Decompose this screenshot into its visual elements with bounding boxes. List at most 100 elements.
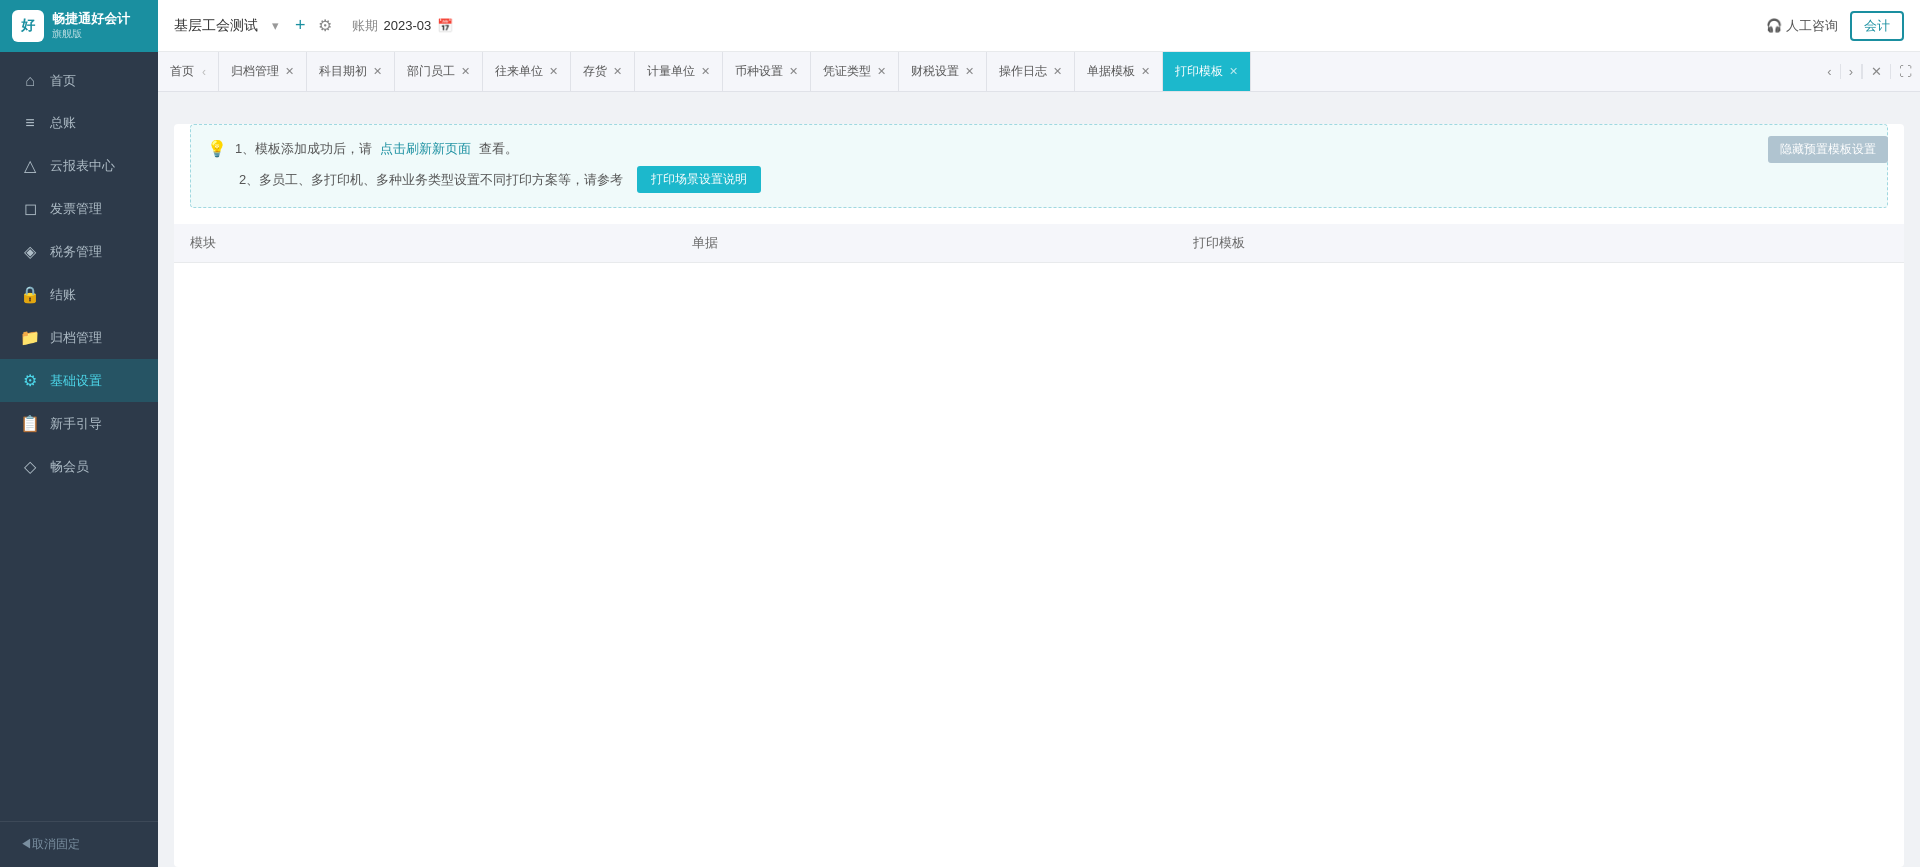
topbar-right: 🎧 人工咨询 会计 [1766, 11, 1904, 41]
tab-units-label: 计量单位 [647, 63, 695, 80]
invoice-icon: ◻ [20, 199, 40, 218]
reports-icon: △ [20, 156, 40, 175]
sidebar-item-home-label: 首页 [50, 72, 76, 90]
sidebar-item-settings-label: 基础设置 [50, 372, 102, 390]
tab-close-all-button[interactable]: ✕ [1862, 64, 1890, 79]
support-button[interactable]: 🎧 人工咨询 [1766, 17, 1838, 35]
tab-units-close-icon[interactable]: ✕ [701, 65, 710, 78]
info-line1-suffix: 查看。 [479, 140, 518, 158]
tab-department-label: 部门员工 [407, 63, 455, 80]
tax-icon: ◈ [20, 242, 40, 261]
tab-oplog-close-icon[interactable]: ✕ [1053, 65, 1062, 78]
sidebar-item-home[interactable]: ⌂ 首页 [0, 60, 158, 102]
tab-currency[interactable]: 币种设置 ✕ [723, 52, 811, 91]
col-template: 打印模板 [1177, 224, 1904, 263]
tab-print-template-label: 打印模板 [1175, 63, 1223, 80]
tabs-nav-controls: ‹ › ✕ ⛶ [1819, 64, 1920, 79]
tab-voucher[interactable]: 凭证类型 ✕ [811, 52, 899, 91]
sidebar-item-archive-label: 归档管理 [50, 329, 102, 347]
period-label: 账期 [352, 17, 378, 35]
hide-template-button[interactable]: 隐藏预置模板设置 [1768, 136, 1888, 163]
info-row-1: 💡 1、模板添加成功后，请 点击刷新新页面 查看。 [207, 139, 1871, 158]
tab-oplog[interactable]: 操作日志 ✕ [987, 52, 1075, 91]
main-area: 基层工会测试 ▾ + ⚙ 账期 2023-03 📅 🎧 人工咨询 会计 首页 ‹… [158, 0, 1920, 867]
sidebar-item-archive[interactable]: 📁 归档管理 [0, 316, 158, 359]
app-logo: 好 畅捷通好会计 旗舰版 [0, 0, 158, 52]
tab-inventory[interactable]: 存货 ✕ [571, 52, 635, 91]
tab-currency-label: 币种设置 [735, 63, 783, 80]
sidebar-item-tax[interactable]: ◈ 税务管理 [0, 230, 158, 273]
support-label: 人工咨询 [1786, 17, 1838, 35]
tab-subjects-close-icon[interactable]: ✕ [373, 65, 382, 78]
tab-voucher-template-close-icon[interactable]: ✕ [1141, 65, 1150, 78]
tab-next-button[interactable]: › [1841, 64, 1862, 79]
period-value: 2023-03 [384, 18, 432, 33]
tab-units[interactable]: 计量单位 ✕ [635, 52, 723, 91]
tab-voucher-close-icon[interactable]: ✕ [877, 65, 886, 78]
sidebar-item-settings[interactable]: ⚙ 基础设置 [0, 359, 158, 402]
topbar: 基层工会测试 ▾ + ⚙ 账期 2023-03 📅 🎧 人工咨询 会计 [158, 0, 1920, 52]
sidebar-item-reports-label: 云报表中心 [50, 157, 115, 175]
account-button[interactable]: 会计 [1850, 11, 1904, 41]
logo-icon: 好 [12, 10, 44, 42]
sidebar-nav: ⌂ 首页 ≡ 总账 △ 云报表中心 ◻ 发票管理 ◈ 税务管理 🔒 结账 📁 归… [0, 52, 158, 821]
add-tab-icon[interactable]: + [295, 15, 306, 36]
tab-print-template-close-icon[interactable]: ✕ [1229, 65, 1238, 78]
tab-expand-button[interactable]: ⛶ [1890, 64, 1920, 79]
tab-archive[interactable]: 归档管理 ✕ [219, 52, 307, 91]
table-header-row: 模块 单据 打印模板 [174, 224, 1904, 263]
tab-inventory-close-icon[interactable]: ✕ [613, 65, 622, 78]
sidebar-item-reports[interactable]: △ 云报表中心 [0, 144, 158, 187]
bulb-icon: 💡 [207, 139, 227, 158]
sidebar-item-ledger[interactable]: ≡ 总账 [0, 102, 158, 144]
sidebar-item-invoice-label: 发票管理 [50, 200, 102, 218]
settings-gear-icon[interactable]: ⚙ [318, 16, 332, 35]
tab-taxsettings-close-icon[interactable]: ✕ [965, 65, 974, 78]
company-name: 基层工会测试 [174, 17, 258, 35]
tab-voucher-template[interactable]: 单据模板 ✕ [1075, 52, 1163, 91]
tab-taxsettings[interactable]: 财税设置 ✕ [899, 52, 987, 91]
content-area: 隐藏预置模板设置 💡 1、模板添加成功后，请 点击刷新新页面 查看。 2、多员工… [158, 92, 1920, 867]
period-info: 账期 2023-03 📅 [352, 17, 454, 35]
tab-subjects-label: 科目期初 [319, 63, 367, 80]
calendar-icon[interactable]: 📅 [437, 18, 453, 33]
sidebar-item-tax-label: 税务管理 [50, 243, 102, 261]
sidebar-item-ledger-label: 总账 [50, 114, 76, 132]
logo-subtitle: 旗舰版 [52, 27, 130, 41]
refresh-link[interactable]: 点击刷新新页面 [380, 140, 471, 158]
headset-icon: 🎧 [1766, 18, 1782, 33]
tab-voucher-template-label: 单据模板 [1087, 63, 1135, 80]
ledger-icon: ≡ [20, 114, 40, 132]
tab-currency-close-icon[interactable]: ✕ [789, 65, 798, 78]
tab-archive-close-icon[interactable]: ✕ [285, 65, 294, 78]
sidebar-footer-label: ◀︎取消固定 [20, 836, 80, 853]
tab-department[interactable]: 部门员工 ✕ [395, 52, 483, 91]
print-template-table: 模块 单据 打印模板 [174, 224, 1904, 263]
settings-icon: ⚙ [20, 371, 40, 390]
sidebar-item-member[interactable]: ◇ 畅会员 [0, 445, 158, 488]
tab-home[interactable]: 首页 ‹ [158, 52, 219, 91]
tab-customers[interactable]: 往来单位 ✕ [483, 52, 571, 91]
member-icon: ◇ [20, 457, 40, 476]
company-dropdown-icon[interactable]: ▾ [272, 18, 279, 33]
tabs-bar: 首页 ‹ 归档管理 ✕ 科目期初 ✕ 部门员工 ✕ 往来单位 ✕ 存货 ✕ 计量… [158, 52, 1920, 92]
archive-icon: 📁 [20, 328, 40, 347]
tab-prev-button[interactable]: ‹ [1819, 64, 1840, 79]
sidebar-item-guide[interactable]: 📋 新手引导 [0, 402, 158, 445]
sidebar-item-invoice[interactable]: ◻ 发票管理 [0, 187, 158, 230]
tab-customers-close-icon[interactable]: ✕ [549, 65, 558, 78]
sidebar-unpin[interactable]: ◀︎取消固定 [0, 821, 158, 867]
tab-print-template[interactable]: 打印模板 ✕ [1163, 52, 1251, 91]
tab-archive-label: 归档管理 [231, 63, 279, 80]
sidebar-item-closing[interactable]: 🔒 结账 [0, 273, 158, 316]
logo-title: 畅捷通好会计 [52, 11, 130, 27]
tab-home-arrow: ‹ [202, 65, 206, 79]
info-line2-prefix: 2、多员工、多打印机、多种业务类型设置不同打印方案等，请参考 [239, 171, 623, 189]
tab-subjects[interactable]: 科目期初 ✕ [307, 52, 395, 91]
sidebar-item-closing-label: 结账 [50, 286, 76, 304]
print-scene-button[interactable]: 打印场景设置说明 [637, 166, 761, 193]
tab-taxsettings-label: 财税设置 [911, 63, 959, 80]
tab-customers-label: 往来单位 [495, 63, 543, 80]
col-module: 模块 [174, 224, 676, 263]
tab-department-close-icon[interactable]: ✕ [461, 65, 470, 78]
